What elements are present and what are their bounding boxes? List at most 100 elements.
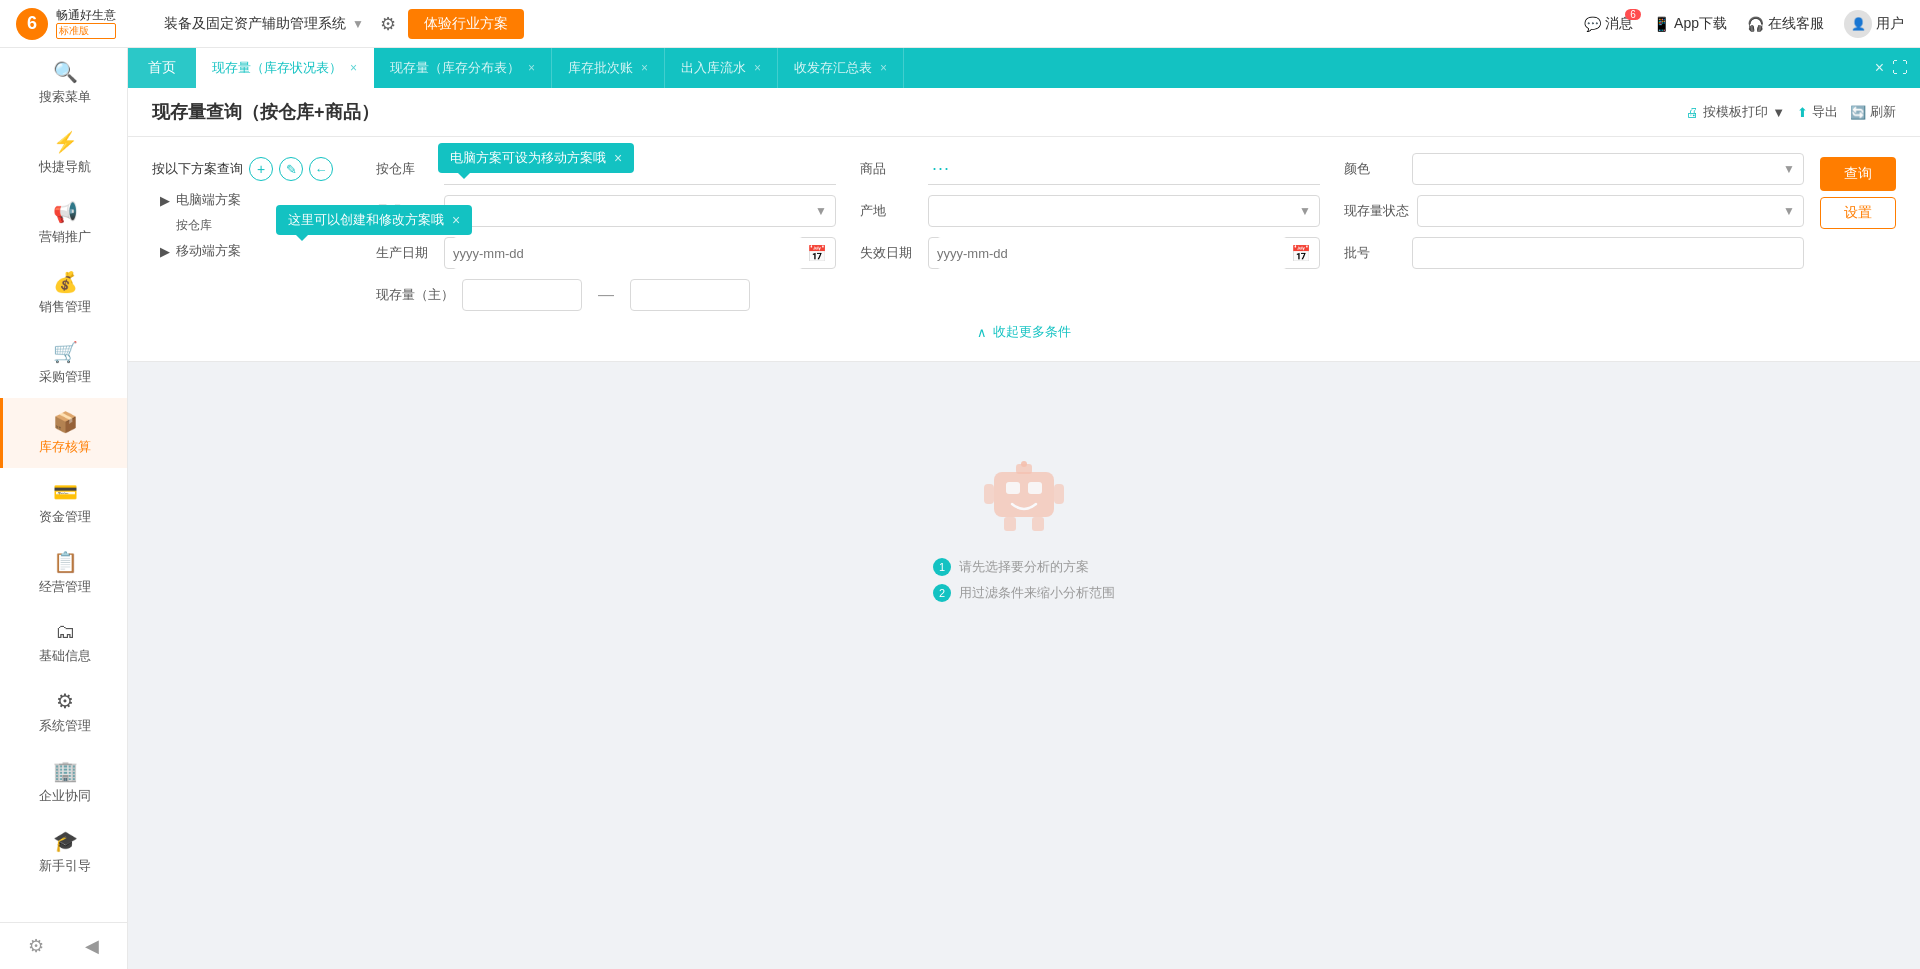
tooltip2-close[interactable]: × — [452, 212, 460, 228]
print-btn[interactable]: 🖨 按模板打印 ▼ — [1686, 103, 1785, 121]
guide-icon: 🎓 — [53, 829, 78, 853]
app-name: 畅通好生意 — [56, 8, 116, 24]
tab-close-inout-flow[interactable]: × — [754, 61, 761, 75]
tab-close-inventory-batch[interactable]: × — [641, 61, 648, 75]
warehouse-label: 按仓库 — [376, 160, 436, 178]
tab-inventory-status[interactable]: 现存量（库存状况表） × — [196, 48, 374, 88]
scheme-mobile[interactable]: ▶ 移动端方案 — [160, 240, 352, 262]
sidebar-item-quick-nav[interactable]: ⚡ 快捷导航 — [0, 118, 127, 188]
sidebar-item-finance[interactable]: 💳 资金管理 — [0, 468, 127, 538]
tab-collect-summary[interactable]: 收发存汇总表 × — [778, 48, 904, 88]
avatar: 👤 — [1844, 10, 1872, 38]
settings-icon[interactable]: ⚙ — [380, 13, 396, 35]
tab-home[interactable]: 首页 — [128, 48, 196, 88]
sidebar-item-search-menu[interactable]: 🔍 搜索菜单 — [0, 48, 127, 118]
field-origin: 产地 ▼ — [860, 195, 1320, 227]
prod-date-calendar-icon[interactable]: 📅 — [807, 244, 827, 263]
tab-inventory-dist[interactable]: 现存量（库存分布表） × — [374, 48, 552, 88]
back-btn[interactable]: ← — [309, 157, 333, 181]
field-expire-date: 失效日期 📅 — [860, 237, 1320, 269]
message-badge: 6 — [1625, 9, 1641, 20]
finance-icon: 💳 — [53, 480, 78, 504]
export-btn[interactable]: ⬆ 导出 — [1797, 103, 1838, 121]
sidebar-label-system: 系统管理 — [39, 717, 91, 735]
tooltip-create-hint: 这里可以创建和修改方案哦 × — [276, 205, 472, 235]
stock-qty-max-input[interactable] — [630, 279, 750, 311]
sidebar-item-operation[interactable]: 📋 经营管理 — [0, 538, 127, 608]
sidebar-item-guide[interactable]: 🎓 新手引导 — [0, 817, 127, 887]
top-header: 6 畅通好生意 标准版 装备及固定资产辅助管理系统 ▼ ⚙ 体验行业方案 💬 消… — [0, 0, 1920, 48]
expire-date-label: 失效日期 — [860, 244, 920, 262]
prod-date-input[interactable] — [453, 237, 803, 269]
svg-rect-6 — [1054, 484, 1064, 504]
collapse-btn[interactable]: ∧ 收起更多条件 — [152, 315, 1896, 345]
sidebar-item-enterprise[interactable]: 🏢 企业协同 — [0, 747, 127, 817]
scheme-desktop-label: 电脑端方案 — [176, 191, 241, 209]
color-select[interactable]: ▼ — [1412, 153, 1804, 185]
edit-scheme-btn[interactable]: ✎ — [279, 157, 303, 181]
size-select[interactable]: ▼ — [444, 195, 836, 227]
batch-no-input[interactable] — [1412, 237, 1804, 269]
origin-select[interactable]: ▼ — [928, 195, 1320, 227]
system-selector[interactable]: 装备及固定资产辅助管理系统 ▼ — [164, 15, 364, 33]
export-icon: ⬆ — [1797, 105, 1808, 120]
logo-icon: 6 — [16, 8, 48, 40]
stock-qty-separator: — — [598, 286, 614, 304]
scheme-sub-text: 按仓库 — [176, 217, 212, 234]
tab-close-inventory-status[interactable]: × — [350, 61, 357, 75]
empty-illustration — [974, 442, 1074, 542]
online-support-btn[interactable]: 🎧 在线客服 — [1747, 15, 1824, 33]
page-content: 现存量查询（按仓库+商品） 🖨 按模板打印 ▼ ⬆ 导出 🔄 刷新 — [128, 88, 1920, 969]
tab-close-all-icon[interactable]: × — [1875, 59, 1884, 77]
page-header: 现存量查询（按仓库+商品） 🖨 按模板打印 ▼ ⬆ 导出 🔄 刷新 — [128, 88, 1920, 137]
batch-no-label: 批号 — [1344, 244, 1404, 262]
expire-date-input[interactable] — [937, 237, 1287, 269]
sidebar-item-sales[interactable]: 💰 销售管理 — [0, 258, 127, 328]
stock-qty-min-input[interactable] — [462, 279, 582, 311]
sidebar-item-purchase[interactable]: 🛒 采购管理 — [0, 328, 127, 398]
industry-btn[interactable]: 体验行业方案 — [408, 9, 524, 39]
add-scheme-btn[interactable]: + — [249, 157, 273, 181]
sidebar-label-operation: 经营管理 — [39, 578, 91, 596]
message-btn[interactable]: 💬 消息 6 — [1584, 15, 1633, 33]
header-right: 💬 消息 6 📱 App下载 🎧 在线客服 👤 用户 — [1584, 10, 1904, 38]
origin-select-arrow: ▼ — [1299, 204, 1311, 218]
sidebar-label-finance: 资金管理 — [39, 508, 91, 526]
refresh-btn[interactable]: 🔄 刷新 — [1850, 103, 1896, 121]
svg-rect-5 — [984, 484, 994, 504]
reset-btn[interactable]: 设置 — [1820, 197, 1896, 229]
tab-fullscreen-icon[interactable]: ⛶ — [1892, 59, 1908, 77]
sidebar-item-system[interactable]: ⚙ 系统管理 — [0, 677, 127, 747]
sidebar-label-basic: 基础信息 — [39, 647, 91, 665]
sidebar-collapse-icon[interactable]: ◀ — [85, 935, 99, 957]
sales-icon: 💰 — [53, 270, 78, 294]
sidebar-label-guide: 新手引导 — [39, 857, 91, 875]
tab-close-collect-summary[interactable]: × — [880, 61, 887, 75]
sidebar-item-marketing[interactable]: 📢 营销推广 — [0, 188, 127, 258]
system-selector-arrow: ▼ — [352, 17, 364, 31]
filter-area: 按以下方案查询 + ✎ ← ▶ 电脑端方案 按仓 — [128, 137, 1920, 362]
size-select-arrow: ▼ — [815, 204, 827, 218]
page-title: 现存量查询（按仓库+商品） — [152, 100, 379, 124]
search-btn[interactable]: 查询 — [1820, 157, 1896, 191]
tab-close-inventory-dist[interactable]: × — [528, 61, 535, 75]
sidebar-settings-icon[interactable]: ⚙ — [28, 935, 44, 957]
tab-inventory-batch[interactable]: 库存批次账 × — [552, 48, 665, 88]
print-dropdown-icon: ▼ — [1772, 105, 1785, 120]
sidebar-label-marketing: 营销推广 — [39, 228, 91, 246]
app-download-btn[interactable]: 📱 App下载 — [1653, 15, 1727, 33]
goods-dots[interactable]: ··· — [932, 158, 950, 179]
content-area: 首页 现存量（库存状况表） × 现存量（库存分布表） × 库存批次账 × 出入库… — [128, 48, 1920, 969]
page-actions: 🖨 按模板打印 ▼ ⬆ 导出 🔄 刷新 — [1686, 103, 1896, 121]
expire-date-calendar-icon[interactable]: 📅 — [1291, 244, 1311, 263]
sidebar-item-basic[interactable]: 🗂 基础信息 — [0, 608, 127, 677]
tooltip1-close[interactable]: × — [614, 150, 622, 166]
stock-qty-label: 现存量（主） — [376, 286, 454, 304]
sidebar-item-inventory[interactable]: 📦 库存核算 — [0, 398, 127, 468]
empty-state: 1 请先选择要分析的方案 2 用过滤条件来缩小分析范围 — [128, 362, 1920, 682]
stock-status-select[interactable]: ▼ — [1417, 195, 1804, 227]
user-btn[interactable]: 👤 用户 — [1844, 10, 1904, 38]
field-batch-no: 批号 — [1344, 237, 1804, 269]
field-goods: 商品 ··· — [860, 153, 1320, 185]
tab-inout-flow[interactable]: 出入库流水 × — [665, 48, 778, 88]
